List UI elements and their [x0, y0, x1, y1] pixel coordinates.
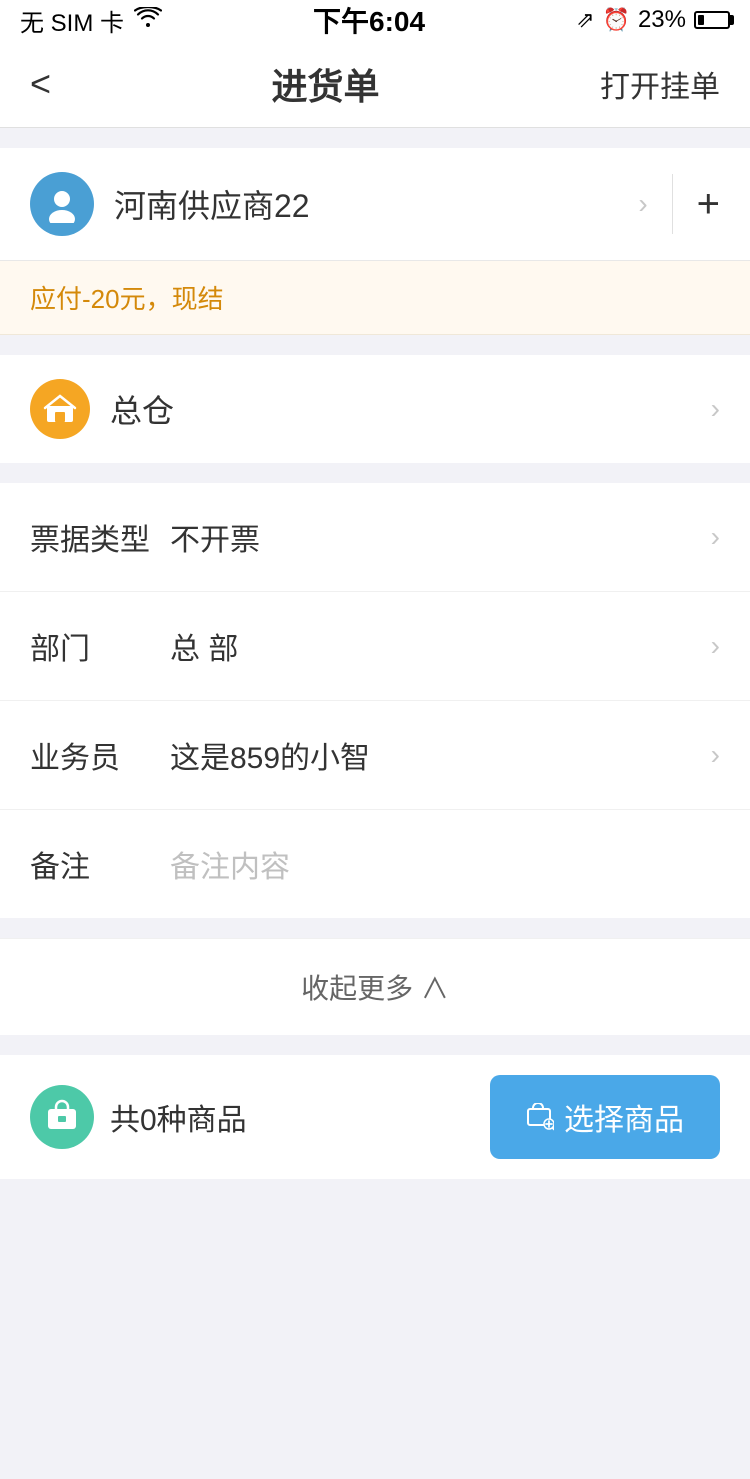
- warehouse-section[interactable]: 总仓 ›: [0, 355, 750, 463]
- status-right: ⇗ ⏰ 23%: [576, 6, 730, 34]
- carrier-text: 无 SIM 卡: [20, 3, 124, 38]
- status-left: 无 SIM 卡: [20, 3, 162, 38]
- supplier-chevron-icon: ›: [638, 188, 647, 220]
- product-count-text: 共0种商品: [110, 1095, 490, 1139]
- remarks-input[interactable]: 备注内容: [170, 842, 720, 886]
- remarks-row[interactable]: 备注 备注内容: [0, 810, 750, 918]
- salesman-chevron-icon: ›: [711, 739, 720, 771]
- salesman-label: 业务员: [30, 733, 170, 777]
- warehouse-name: 总仓: [110, 386, 711, 432]
- supplier-name: 河南供应商22: [114, 181, 638, 227]
- product-count-icon: [30, 1085, 94, 1149]
- salesman-value: 这是859的小智: [170, 733, 711, 777]
- invoice-type-row[interactable]: 票据类型 不开票 ›: [0, 483, 750, 592]
- open-pending-button[interactable]: 打开挂单: [600, 62, 720, 106]
- department-value: 总 部: [170, 624, 711, 668]
- add-supplier-button[interactable]: +: [697, 182, 720, 227]
- battery-text: 23%: [638, 6, 686, 34]
- supplier-section: 河南供应商22 › + 应付-20元，现结: [0, 148, 750, 335]
- supplier-row[interactable]: 河南供应商22 › +: [0, 148, 750, 261]
- back-button[interactable]: <: [30, 63, 51, 105]
- invoice-type-chevron-icon: ›: [711, 521, 720, 553]
- warehouse-icon: [30, 379, 90, 439]
- department-row[interactable]: 部门 总 部 ›: [0, 592, 750, 701]
- collapse-label: 收起更多 ∧: [301, 967, 449, 1007]
- wifi-icon: [134, 7, 162, 33]
- department-label: 部门: [30, 624, 170, 668]
- supplier-divider: [672, 174, 673, 234]
- department-chevron-icon: ›: [711, 630, 720, 662]
- battery-icon: [694, 11, 730, 29]
- remarks-label: 备注: [30, 842, 170, 886]
- select-product-button[interactable]: 选择商品: [490, 1075, 720, 1159]
- select-product-label: 选择商品: [564, 1095, 684, 1139]
- bottom-bar: 共0种商品 选择商品: [0, 1055, 750, 1179]
- nav-bar: < 进货单 打开挂单: [0, 40, 750, 128]
- warehouse-chevron-icon: ›: [711, 393, 720, 425]
- section-gap-1: [0, 128, 750, 148]
- warehouse-row[interactable]: 总仓 ›: [0, 355, 750, 463]
- alarm-icon: ⏰: [603, 7, 630, 33]
- invoice-type-value: 不开票: [170, 515, 711, 559]
- form-section: 票据类型 不开票 › 部门 总 部 › 业务员 这是859的小智 › 备注 备注…: [0, 483, 750, 918]
- page-title: 进货单: [272, 58, 380, 110]
- page-background: [0, 1179, 750, 1479]
- status-time: 下午6:04: [313, 0, 425, 40]
- notice-banner: 应付-20元，现结: [0, 261, 750, 335]
- salesman-row[interactable]: 业务员 这是859的小智 ›: [0, 701, 750, 810]
- invoice-type-label: 票据类型: [30, 515, 170, 559]
- supplier-avatar: [30, 172, 94, 236]
- collapse-button[interactable]: 收起更多 ∧: [0, 938, 750, 1035]
- status-bar: 无 SIM 卡 下午6:04 ⇗ ⏰ 23%: [0, 0, 750, 40]
- location-icon: ⇗: [576, 7, 594, 33]
- notice-text: 应付-20元，现结: [30, 284, 224, 314]
